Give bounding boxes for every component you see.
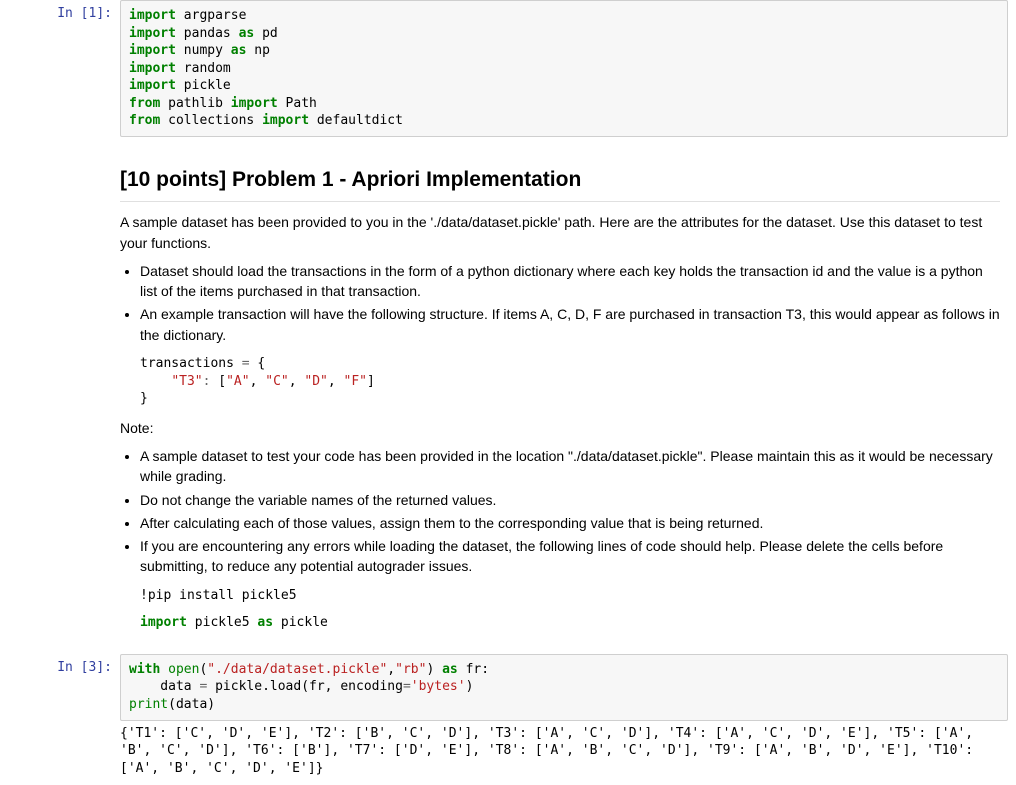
list-item: A sample dataset to test your code has b… [140, 446, 1000, 487]
code-cell-1: In [1]: import argparse import pandas as… [0, 0, 1016, 137]
code-cell-3: In [3]: with open("./data/dataset.pickle… [0, 654, 1016, 721]
code-input[interactable]: with open("./data/dataset.pickle","rb") … [120, 654, 1008, 721]
markdown-content: [10 points] Problem 1 - Apriori Implemen… [120, 137, 1008, 654]
list-item: An example transaction will have the fol… [140, 304, 1000, 345]
output-cell-3: {'T1': ['C', 'D', 'E'], 'T2': ['B', 'C',… [0, 721, 1016, 785]
example-code: transactions = { "T3": ["A", "C", "D", "… [140, 355, 1000, 408]
bullet-list-1: Dataset should load the transactions in … [140, 261, 1000, 345]
pip-install-code: !pip install pickle5 [140, 587, 1000, 605]
bullet-list-2: A sample dataset to test your code has b… [140, 446, 1000, 577]
note-label: Note: [120, 418, 1000, 438]
list-item: Dataset should load the transactions in … [140, 261, 1000, 302]
list-item: After calculating each of those values, … [140, 513, 1000, 533]
problem-heading: [10 points] Problem 1 - Apriori Implemen… [120, 165, 1000, 202]
cell-output: {'T1': ['C', 'D', 'E'], 'T2': ['B', 'C',… [120, 721, 1008, 785]
cell-prompt-empty [0, 137, 120, 162]
markdown-cell: [10 points] Problem 1 - Apriori Implemen… [0, 137, 1016, 654]
import-pickle5-code: import pickle5 as pickle [140, 614, 1000, 632]
cell-prompt: In [3]: [0, 654, 120, 679]
cell-prompt: In [1]: [0, 0, 120, 25]
list-item: Do not change the variable names of the … [140, 490, 1000, 510]
code-input[interactable]: import argparse import pandas as pd impo… [120, 0, 1008, 137]
intro-text: A sample dataset has been provided to yo… [120, 212, 1000, 253]
list-item: If you are encountering any errors while… [140, 536, 1000, 577]
cell-prompt-empty [0, 721, 120, 746]
